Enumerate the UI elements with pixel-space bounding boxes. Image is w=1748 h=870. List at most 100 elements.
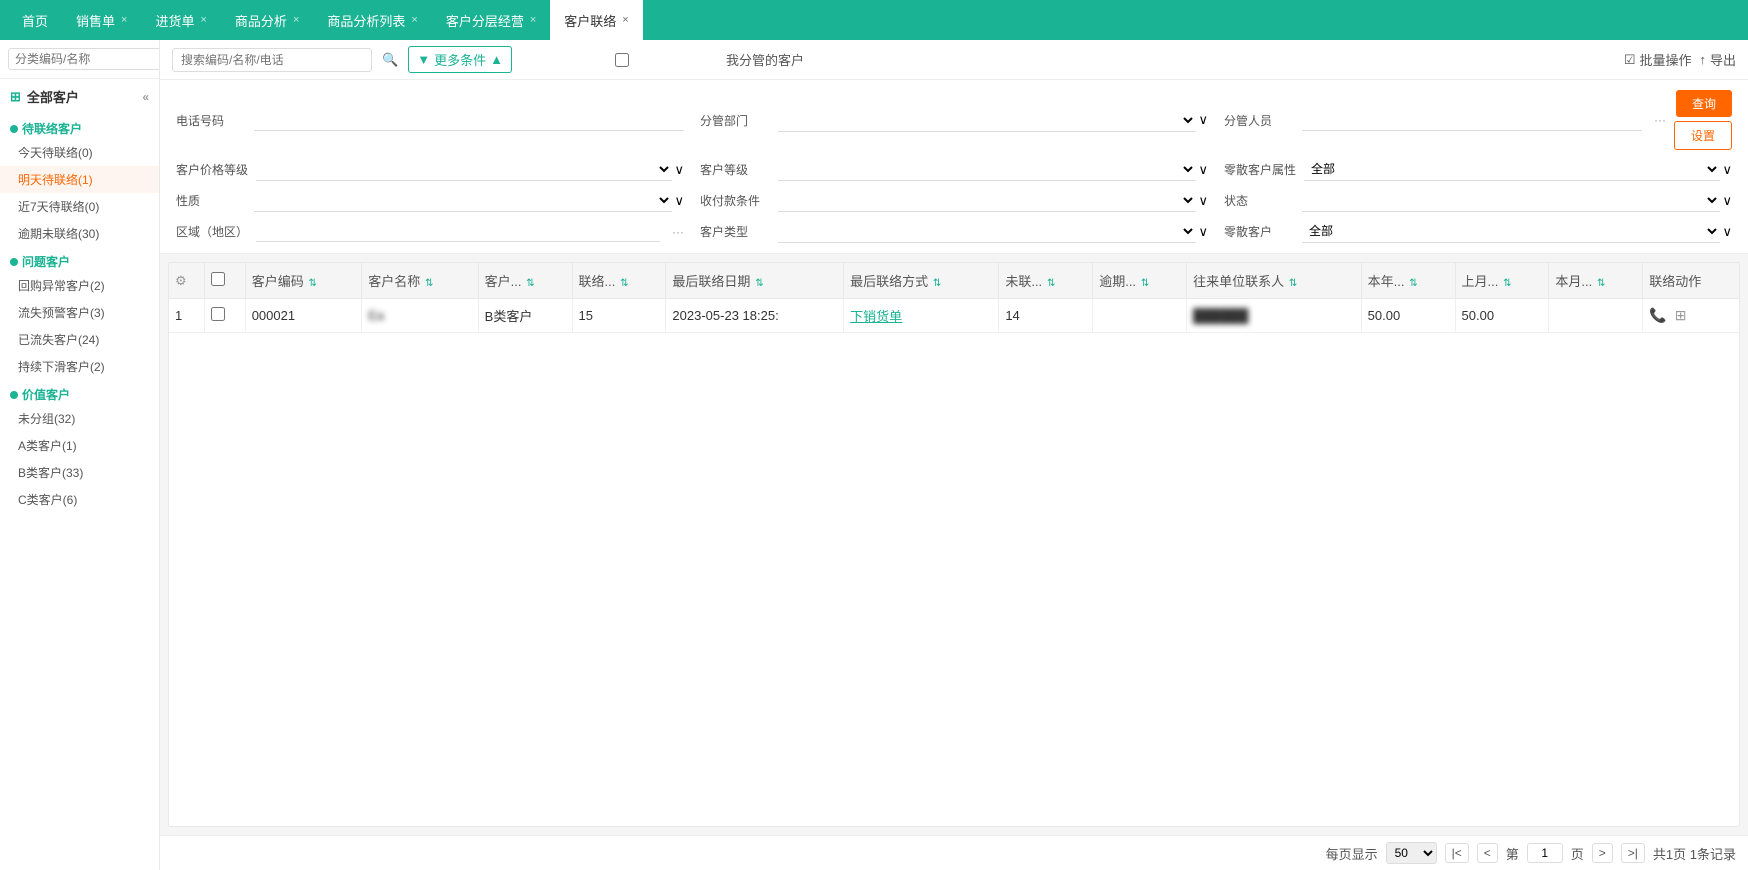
page-input[interactable] <box>1527 843 1563 863</box>
nav-item-商品分析列表[interactable]: 商品分析列表× <box>313 0 431 40</box>
batch-op-btn[interactable]: ☑ 批量操作 <box>1624 50 1692 69</box>
table-cell-last_contact_type[interactable]: 下销货单 <box>844 299 999 333</box>
filter-customer-type-dropdown[interactable] <box>778 220 1196 243</box>
nav-item-客户分层经营[interactable]: 客户分层经营× <box>432 0 550 40</box>
prev-page-btn[interactable]: < <box>1477 843 1498 863</box>
sidebar-item[interactable]: 逾期未联络(30) <box>0 220 159 247</box>
nav-item-首页[interactable]: 首页 <box>8 0 62 40</box>
nav-close-icon[interactable]: × <box>200 14 206 26</box>
table-cell-name[interactable]: Ea <box>362 299 478 333</box>
table-col-action: 联络动作 <box>1643 263 1739 299</box>
my-customers-check[interactable] <box>522 53 722 67</box>
search-input[interactable] <box>172 48 372 72</box>
filter-payment-select[interactable]: ∨ <box>778 189 1208 212</box>
chevron-down-icon-4: ∨ <box>1722 162 1732 178</box>
filter-phone-input[interactable] <box>254 110 684 131</box>
nav-item-客户联络[interactable]: 客户联络× <box>550 0 642 40</box>
filter-nature-row: 性质 ∨ <box>176 189 684 212</box>
sidebar-item[interactable]: 未分组(32) <box>0 405 159 432</box>
sidebar-item[interactable]: C类客户(6) <box>0 486 159 513</box>
filter-customer-level-select[interactable]: ∨ <box>778 158 1208 181</box>
sidebar-item[interactable]: 流失预警客户(3) <box>0 299 159 326</box>
filter-price-level-dropdown[interactable] <box>256 158 672 181</box>
phone-icon[interactable]: 📞 <box>1649 307 1666 324</box>
filter-price-level-select[interactable]: ∨ <box>256 158 684 181</box>
arrow-up-icon: ▲ <box>490 52 503 67</box>
filter-payment-dropdown[interactable] <box>778 189 1196 212</box>
sidebar-item[interactable]: 已流失客户(24) <box>0 326 159 353</box>
all-customers-item[interactable]: ⊞ 全部客户 « <box>0 79 159 114</box>
table-col-contact[interactable]: 联络... ⇅ <box>572 263 666 299</box>
sidebar-item[interactable]: 回购异常客户(2) <box>0 272 159 299</box>
table-col-last_contact_date[interactable]: 最后联络日期 ⇅ <box>666 263 844 299</box>
per-page-select[interactable]: 102050100 <box>1386 842 1437 864</box>
sidebar-item[interactable]: 持续下滑客户(2) <box>0 353 159 380</box>
settings-button[interactable]: 设置 <box>1674 121 1732 150</box>
table-col-overdue[interactable]: 逾期... ⇅ <box>1093 263 1187 299</box>
select-all-checkbox[interactable] <box>211 272 225 286</box>
filter-status-select[interactable]: ∨ <box>1302 189 1732 212</box>
pagination-bar: 每页显示 102050100 |< < 第 页 > >| 共1页 1条记录 <box>160 835 1748 870</box>
query-button[interactable]: 查询 <box>1676 90 1732 117</box>
last-page-btn[interactable]: >| <box>1621 843 1645 863</box>
filter-customer-type-row: 客户类型 ∨ <box>700 220 1208 243</box>
sidebar-item[interactable]: A类客户(1) <box>0 432 159 459</box>
nav-item-销售单[interactable]: 销售单× <box>62 0 141 40</box>
collapse-icon[interactable]: « <box>142 90 149 104</box>
page-label: 第 <box>1506 844 1519 863</box>
filter-region-dots[interactable]: ··· <box>672 225 684 239</box>
table-col-type[interactable]: 客户... ⇅ <box>478 263 572 299</box>
filter-status-dropdown[interactable] <box>1302 189 1720 212</box>
table-col-unit_contacts[interactable]: 往来单位联系人 ⇅ <box>1187 263 1362 299</box>
filter-retail-attr-select[interactable]: 全部 ∨ <box>1304 158 1732 181</box>
next-page-btn[interactable]: > <box>1592 843 1613 863</box>
nav-close-icon[interactable]: × <box>622 14 628 26</box>
filter-dept-dropdown[interactable] <box>778 109 1196 132</box>
filter-dept-row: 分管部门 ∨ <box>700 90 1208 150</box>
table-col-no_contact[interactable]: 未联... ⇅ <box>999 263 1093 299</box>
nav-close-icon[interactable]: × <box>530 14 536 26</box>
filter-dept-select[interactable]: ∨ <box>778 109 1208 132</box>
sidebar-item[interactable]: 明天待联络(1) <box>0 166 159 193</box>
table-cell-checkbox[interactable] <box>205 299 245 333</box>
filter-retail-customer-select[interactable]: 全部 ∨ <box>1302 220 1732 243</box>
filter-manager-input[interactable] <box>1302 110 1642 131</box>
table-col-code[interactable]: 客户编码 ⇅ <box>245 263 361 299</box>
sidebar-item[interactable]: 今天待联络(0) <box>0 139 159 166</box>
settings-icon[interactable]: ⚙ <box>175 273 187 288</box>
row-checkbox[interactable] <box>211 307 225 321</box>
my-customers-checkbox[interactable]: 我分管的客户 <box>522 50 804 69</box>
table-cell-last_month: 50.00 <box>1455 299 1549 333</box>
contact-link[interactable]: 下销货单 <box>850 309 902 324</box>
more-conditions-btn[interactable]: ▼ 更多条件 ▲ <box>408 46 512 73</box>
filter-retail-attr-dropdown[interactable]: 全部 <box>1304 158 1720 181</box>
export-btn[interactable]: ↑ 导出 <box>1699 50 1736 69</box>
filter-manager-dots[interactable]: ··· <box>1654 113 1666 127</box>
table-col-last_contact_type[interactable]: 最后联络方式 ⇅ <box>844 263 999 299</box>
nav-close-icon[interactable]: × <box>411 14 417 26</box>
first-page-btn[interactable]: |< <box>1445 843 1469 863</box>
table-cell-action[interactable]: 📞 ⊞ <box>1643 299 1739 333</box>
table-col-this_year[interactable]: 本年... ⇅ <box>1361 263 1455 299</box>
table-col-this_month[interactable]: 本月... ⇅ <box>1549 263 1643 299</box>
nav-item-进货单[interactable]: 进货单× <box>141 0 220 40</box>
table-cell-code[interactable]: 000021 <box>245 299 361 333</box>
nav-close-icon[interactable]: × <box>121 14 127 26</box>
table-col-last_month[interactable]: 上月... ⇅ <box>1455 263 1549 299</box>
search-icon[interactable]: 🔍 <box>382 52 398 68</box>
sidebar-search-input[interactable] <box>8 48 160 70</box>
filter-nature-select[interactable]: ∨ <box>254 189 684 212</box>
chevron-down-icon-2: ∨ <box>674 162 684 178</box>
table-col-name[interactable]: 客户名称 ⇅ <box>362 263 478 299</box>
grid-action-icon[interactable]: ⊞ <box>1675 307 1687 324</box>
nav-close-icon[interactable]: × <box>293 14 299 26</box>
nav-item-商品分析[interactable]: 商品分析× <box>221 0 313 40</box>
filter-retail-customer-dropdown[interactable]: 全部 <box>1302 220 1720 243</box>
filter-customer-type-select[interactable]: ∨ <box>778 220 1208 243</box>
sidebar-item[interactable]: B类客户(33) <box>0 459 159 486</box>
filter-customer-level-dropdown[interactable] <box>778 158 1196 181</box>
filter-nature-dropdown[interactable] <box>254 189 672 212</box>
filter-region-input[interactable] <box>256 221 660 242</box>
table-col-settings: ⚙ <box>169 263 205 299</box>
sidebar-item[interactable]: 近7天待联络(0) <box>0 193 159 220</box>
